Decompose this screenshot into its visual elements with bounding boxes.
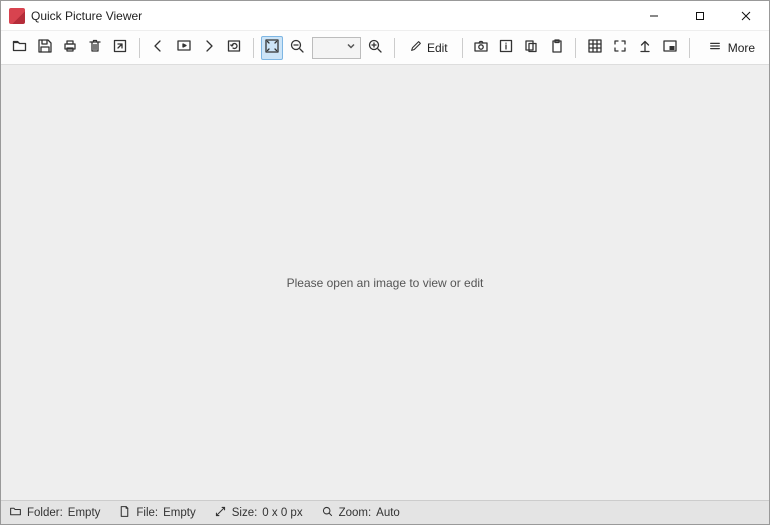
trash-icon bbox=[87, 38, 103, 57]
reload-button[interactable] bbox=[223, 36, 244, 60]
fullscreen-icon bbox=[612, 38, 628, 57]
status-size-value: 0 x 0 px bbox=[262, 507, 302, 519]
screenshot-button[interactable] bbox=[471, 36, 492, 60]
file-icon bbox=[118, 505, 131, 521]
status-zoom-value: Auto bbox=[376, 507, 400, 519]
open-file-button[interactable] bbox=[9, 36, 30, 60]
next-image-button[interactable] bbox=[198, 36, 219, 60]
more-label: More bbox=[728, 41, 755, 55]
separator bbox=[139, 38, 140, 58]
app-window: Quick Picture Viewer bbox=[0, 0, 770, 525]
zoom-out-button[interactable] bbox=[287, 36, 308, 60]
magnifier-icon bbox=[321, 505, 334, 521]
on-top-button[interactable] bbox=[635, 36, 656, 60]
slideshow-button[interactable] bbox=[173, 36, 194, 60]
print-button[interactable] bbox=[59, 36, 80, 60]
grid-icon bbox=[587, 38, 603, 57]
app-icon bbox=[9, 8, 25, 24]
separator bbox=[253, 38, 254, 58]
canvas-placeholder: Please open an image to view or edit bbox=[287, 276, 484, 290]
pencil-icon bbox=[409, 39, 423, 56]
statusbar: Folder: Empty File: Empty Size: 0 x 0 px… bbox=[1, 500, 769, 524]
delete-button[interactable] bbox=[85, 36, 106, 60]
refresh-icon bbox=[226, 38, 242, 57]
separator bbox=[575, 38, 576, 58]
zoom-out-icon bbox=[289, 38, 305, 57]
zoom-in-button[interactable] bbox=[365, 36, 386, 60]
status-size: Size: 0 x 0 px bbox=[214, 505, 303, 521]
maximize-button[interactable] bbox=[677, 1, 723, 31]
status-file-value: Empty bbox=[163, 507, 196, 519]
status-folder-value: Empty bbox=[68, 507, 101, 519]
external-icon bbox=[112, 38, 128, 57]
save-icon bbox=[37, 38, 53, 57]
status-size-label: Size: bbox=[232, 507, 258, 519]
save-as-button[interactable] bbox=[34, 36, 55, 60]
info-icon bbox=[498, 38, 514, 57]
info-button[interactable] bbox=[496, 36, 517, 60]
status-file-label: File: bbox=[136, 507, 158, 519]
status-zoom: Zoom: Auto bbox=[321, 505, 400, 521]
copy-button[interactable] bbox=[521, 36, 542, 60]
chevron-down-icon bbox=[346, 41, 356, 54]
status-zoom-label: Zoom: bbox=[339, 507, 372, 519]
folder-icon bbox=[9, 505, 22, 521]
prev-image-button[interactable] bbox=[148, 36, 169, 60]
arrow-right-icon bbox=[201, 38, 217, 57]
status-folder: Folder: Empty bbox=[9, 505, 100, 521]
external-app-button[interactable] bbox=[110, 36, 131, 60]
more-button[interactable]: More bbox=[702, 36, 761, 60]
separator bbox=[394, 38, 395, 58]
zoom-select[interactable] bbox=[312, 37, 361, 59]
status-folder-label: Folder: bbox=[27, 507, 63, 519]
image-canvas: Please open an image to view or edit bbox=[1, 65, 769, 500]
toolbar: Edit More bbox=[1, 31, 769, 65]
folder-open-icon bbox=[12, 38, 28, 57]
pip-icon bbox=[662, 38, 678, 57]
camera-icon bbox=[473, 38, 489, 57]
titlebar: Quick Picture Viewer bbox=[1, 1, 769, 31]
dimensions-icon bbox=[214, 505, 227, 521]
separator bbox=[689, 38, 690, 58]
paste-button[interactable] bbox=[546, 36, 567, 60]
zoom-in-icon bbox=[367, 38, 383, 57]
minimize-button[interactable] bbox=[631, 1, 677, 31]
hamburger-icon bbox=[708, 39, 722, 56]
print-icon bbox=[62, 38, 78, 57]
checkerboard-button[interactable] bbox=[584, 36, 605, 60]
separator bbox=[462, 38, 463, 58]
fit-screen-icon bbox=[264, 38, 280, 57]
arrow-up-icon bbox=[637, 38, 653, 57]
edit-button[interactable]: Edit bbox=[403, 36, 454, 60]
edit-label: Edit bbox=[427, 41, 448, 55]
fit-window-button[interactable] bbox=[261, 36, 282, 60]
app-title: Quick Picture Viewer bbox=[31, 9, 142, 23]
status-file: File: Empty bbox=[118, 505, 195, 521]
copy-icon bbox=[523, 38, 539, 57]
arrow-left-icon bbox=[150, 38, 166, 57]
frameless-button[interactable] bbox=[660, 36, 681, 60]
fullscreen-button[interactable] bbox=[609, 36, 630, 60]
clipboard-icon bbox=[549, 38, 565, 57]
screen-play-icon bbox=[176, 38, 192, 57]
close-button[interactable] bbox=[723, 1, 769, 31]
